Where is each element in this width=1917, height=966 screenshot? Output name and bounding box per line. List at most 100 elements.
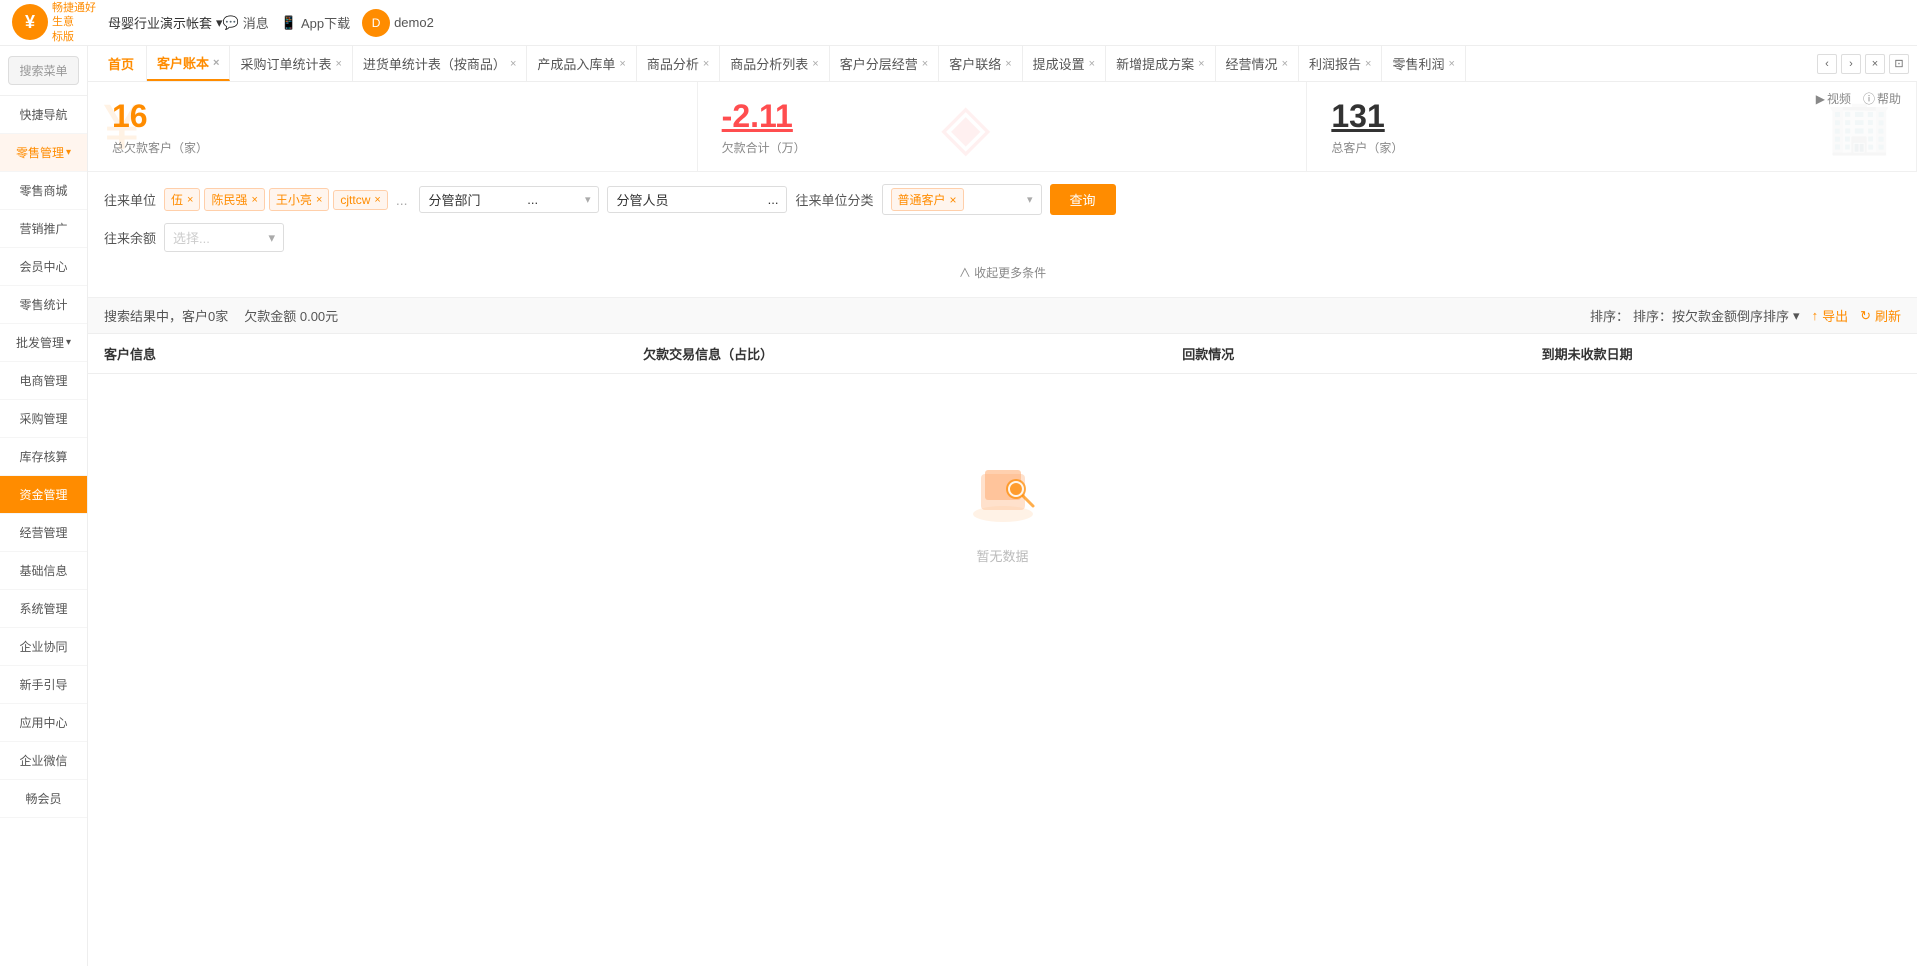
close-tab-lslr[interactable]: × [1448,58,1454,70]
filter-tag-wangxiaoliang: 王小亮 × [269,188,329,211]
tab-home[interactable]: 首页 [96,46,147,81]
tab-spfxlb[interactable]: 商品分析列表 × [720,46,829,81]
stat-label-total-clients: 总客户（家） [1331,139,1403,156]
account-selector[interactable]: 母婴行业演示帐套 ▾ [108,13,223,32]
stat-number-arrears[interactable]: -2.11 [722,97,806,135]
tab-xztcfa[interactable]: 新增提成方案 × [1106,46,1215,81]
sidebar-item-retail-mgmt[interactable]: 零售管理 ▾ [0,134,87,172]
play-icon: ▶ [1816,92,1825,106]
person-filter[interactable]: 分管人员 ... [607,186,787,213]
stat-label-arrears: 欠款合计（万） [722,139,806,156]
remove-tag-wu[interactable]: × [187,194,193,206]
more-tags-btn[interactable]: ... [392,190,412,210]
dept-dots: ... [527,192,538,207]
stat-card-customers: ¥ 16 总欠款客户（家） [88,82,698,171]
sidebar-item-operations[interactable]: 经营管理 [0,514,87,552]
shrink-tabs-btn[interactable]: ⊡ [1889,54,1909,74]
balance-select[interactable]: 选择... ▾ [164,223,284,252]
logo-icon: ¥ [12,4,48,40]
col-arrears-info: 欠款交易信息（占比） [643,344,1182,363]
filter-tag-cjttcw: cjttcw × [333,190,387,210]
person-dots: ... [768,192,779,207]
close-tab-spfxlb[interactable]: × [812,58,818,70]
message-btn[interactable]: 💬 消息 [223,13,269,32]
sidebar-item-vip[interactable]: 畅会员 [0,780,87,818]
stat-info-arrears: -2.11 欠款合计（万） [722,97,806,156]
app-download-btn[interactable]: 📱 App下载 [281,13,350,32]
close-tab-ccrk[interactable]: × [619,58,625,70]
collapse-btn[interactable]: ∧ 收起更多条件 [104,260,1901,285]
close-tab-khfc[interactable]: × [922,58,928,70]
remove-tag-wang[interactable]: × [316,194,322,206]
close-tab-tcsz[interactable]: × [1089,58,1095,70]
tab-jhbp[interactable]: 进货单统计表（按商品） × [353,46,527,81]
sidebar-item-enterprise-wechat[interactable]: 企业微信 [0,742,87,780]
result-bar: 搜索结果中，客户0家 欠款金额 0.00元 排序： 排序：按欠款金额倒序排序 ▾… [88,298,1917,334]
export-btn[interactable]: ↑ 导出 [1812,306,1849,325]
chevron-icon: ▾ [66,147,71,158]
sidebar-item-retail-mall[interactable]: 零售商城 [0,172,87,210]
sidebar-item-quick-nav[interactable]: 快捷导航 [0,96,87,134]
video-btn[interactable]: ▶ 视频 [1816,90,1851,107]
stat-label-customers: 总欠款客户（家） [112,139,208,156]
sidebar-item-basic-info[interactable]: 基础信息 [0,552,87,590]
help-btn[interactable]: ⓘ 帮助 [1863,90,1901,107]
unit-type-filter[interactable]: 普通客户 × ▾ [882,184,1042,215]
search-menu-btn[interactable]: 搜索菜单 [8,56,79,85]
main-layout: 搜索菜单 快捷导航 零售管理 ▾ 零售商城 营销推广 会员中心 零售统计 批发管… [0,46,1917,966]
sidebar-item-app-center[interactable]: 应用中心 [0,704,87,742]
query-button[interactable]: 查询 [1050,184,1116,215]
sidebar-item-retail-stats[interactable]: 零售统计 [0,286,87,324]
col-customer-info: 客户信息 [104,344,643,363]
chevron-icon: ▾ [66,337,71,348]
tab-spfx[interactable]: 商品分析 × [637,46,720,81]
sidebar-item-finance[interactable]: 资金管理 [0,476,87,514]
second-nav: 首页 客户账本 × 采购订单统计表 × 进货单统计表（按商品） × 产成品入库单… [88,46,1917,82]
avatar: D [362,9,390,37]
stat-bg-icon-2: ◈ [941,89,990,164]
sidebar-item-purchase[interactable]: 采购管理 [0,400,87,438]
tab-cgdd[interactable]: 采购订单统计表 × [230,46,352,81]
tab-khfc[interactable]: 客户分层经营 × [830,46,939,81]
close-tab-lrbg[interactable]: × [1365,58,1371,70]
close-tab-xztcfa[interactable]: × [1198,58,1204,70]
dept-filter[interactable]: 分管部门 ... ▾ [419,186,599,213]
stat-number-customers[interactable]: 16 [112,97,208,135]
tab-khlx[interactable]: 客户联络 × [939,46,1022,81]
refresh-btn[interactable]: ↻ 刷新 [1860,306,1901,325]
remove-tag-chen[interactable]: × [251,194,257,206]
next-tabs-btn[interactable]: › [1841,54,1861,74]
col-due-date: 到期未收款日期 [1542,344,1901,363]
tab-jyqk[interactable]: 经营情况 × [1216,46,1299,81]
sidebar-item-ecommerce[interactable]: 电商管理 [0,362,87,400]
sidebar-item-wholesale[interactable]: 批发管理 ▾ [0,324,87,362]
sidebar-item-member-center[interactable]: 会员中心 [0,248,87,286]
close-tab-kehuzb[interactable]: × [213,57,219,69]
sidebar-item-new-guide[interactable]: 新手引导 [0,666,87,704]
user-profile[interactable]: D demo2 [362,9,434,37]
sidebar-item-marketing[interactable]: 营销推广 [0,210,87,248]
sidebar-item-enterprise-collab[interactable]: 企业协同 [0,628,87,666]
sort-select[interactable]: 排序： 排序：按欠款金额倒序排序 ▾ [1590,306,1800,325]
prev-tabs-btn[interactable]: ‹ [1817,54,1837,74]
close-tab-spfx[interactable]: × [703,58,709,70]
tab-kehuzb[interactable]: 客户账本 × [147,46,230,81]
close-tab-jhbp[interactable]: × [510,58,516,70]
remove-tag-cj[interactable]: × [374,194,380,206]
sidebar-item-inventory[interactable]: 库存核算 [0,438,87,476]
close-tab-khlx[interactable]: × [1005,58,1011,70]
sidebar-item-system[interactable]: 系统管理 [0,590,87,628]
tab-tcsz[interactable]: 提成设置 × [1023,46,1106,81]
col-repayment: 回款情况 [1182,344,1541,363]
close-tab-jyqk[interactable]: × [1282,58,1288,70]
close-all-tabs-btn[interactable]: × [1865,54,1885,74]
tab-lslr[interactable]: 零售利润 × [1382,46,1465,81]
stat-number-total-clients[interactable]: 131 [1331,97,1403,135]
remove-client-type[interactable]: × [950,193,957,207]
tab-lrbg[interactable]: 利润报告 × [1299,46,1382,81]
tab-ccrk[interactable]: 产成品入库单 × [527,46,636,81]
nav-controls: ‹ › × ⊡ [1817,54,1909,74]
close-tab-cgdd[interactable]: × [335,58,341,70]
sidebar-search-area: 搜索菜单 [0,46,87,96]
filter-row-2: 往来余额 选择... ▾ [104,223,1901,252]
